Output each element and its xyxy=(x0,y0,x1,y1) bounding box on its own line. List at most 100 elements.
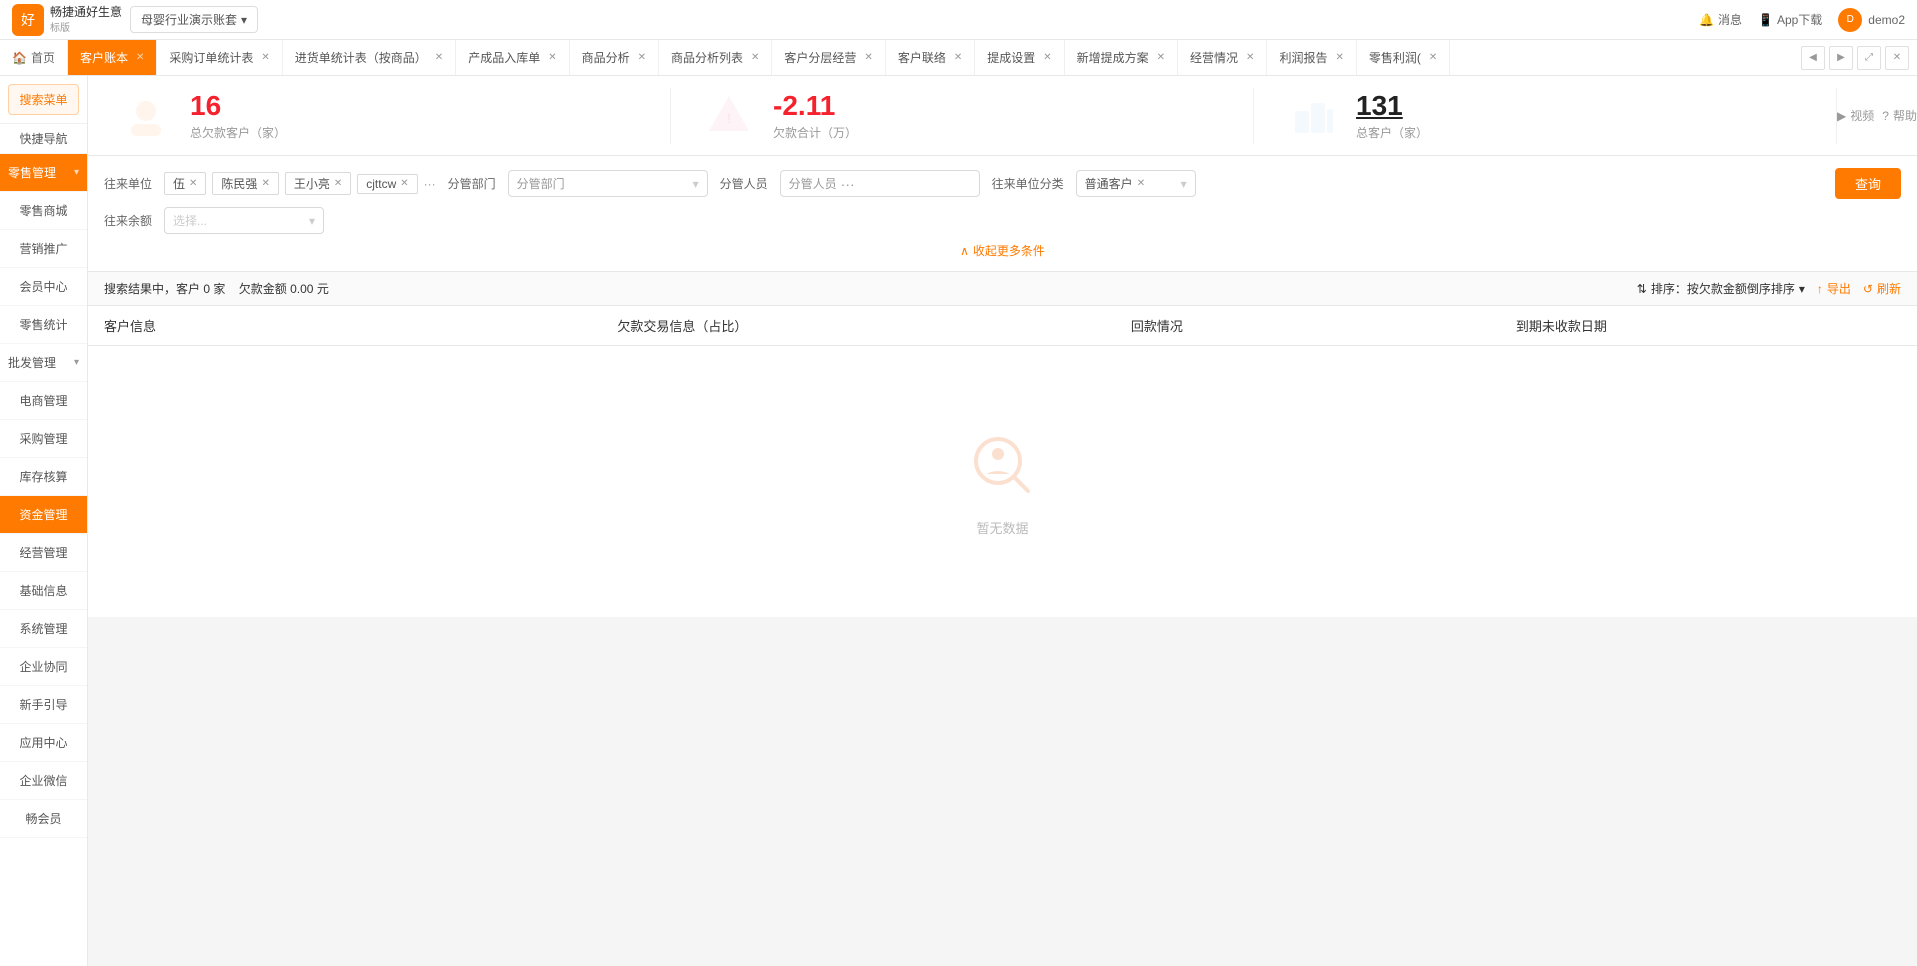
sidebar-item-member-center[interactable]: 会员中心 xyxy=(0,268,87,306)
tab-promotion-settings[interactable]: 提成设置 ✕ xyxy=(975,40,1064,76)
person-select[interactable]: 分管人员 ··· xyxy=(780,170,980,197)
sidebar-item-sys-mgmt[interactable]: 系统管理 xyxy=(0,610,87,648)
unit-type-tag-remove[interactable]: ✕ xyxy=(1137,178,1145,189)
help-btn[interactable]: ? 帮助 xyxy=(1882,107,1917,124)
filter-tag-wang[interactable]: 王小亮 ✕ xyxy=(285,172,351,195)
stat-debtors-icon xyxy=(118,88,174,144)
refresh-icon: ↺ xyxy=(1863,282,1873,296)
tab-production-close[interactable]: ✕ xyxy=(548,52,556,63)
sidebar-item-retail-mall[interactable]: 零售商城 xyxy=(0,192,87,230)
unit-type-label: 往来单位分类 xyxy=(992,175,1064,192)
tab-new-promo-close[interactable]: ✕ xyxy=(1157,52,1165,63)
tab-customer-ops-label: 客户分层经营 xyxy=(784,49,856,66)
table-empty: 暂无数据 xyxy=(88,346,1917,617)
more-tags-btn[interactable]: ··· xyxy=(424,177,436,191)
tab-promotion-settings-label: 提成设置 xyxy=(987,49,1035,66)
export-btn[interactable]: ↑ 导出 xyxy=(1817,280,1851,297)
sidebar-item-new-guide[interactable]: 新手引导 xyxy=(0,686,87,724)
filter-tag-wang-remove[interactable]: ✕ xyxy=(334,178,342,189)
tab-retail-profit[interactable]: 零售利润( ✕ xyxy=(1357,40,1450,76)
collapse-btn[interactable]: ∧ 收起更多条件 xyxy=(104,242,1901,259)
tab-biz-status[interactable]: 经营情况 ✕ xyxy=(1178,40,1267,76)
tab-profit-report-close[interactable]: ✕ xyxy=(1335,52,1343,63)
sidebar-enterprise-coop-label: 企业协同 xyxy=(19,658,67,675)
filter-tag-cjttcw-remove[interactable]: ✕ xyxy=(400,178,408,189)
tab-biz-status-close[interactable]: ✕ xyxy=(1246,52,1254,63)
tab-customer-ops-close[interactable]: ✕ xyxy=(864,52,872,63)
sidebar-item-retail-stats[interactable]: 零售统计 xyxy=(0,306,87,344)
sidebar-item-enterprise-coop[interactable]: 企业协同 xyxy=(0,648,87,686)
tab-accounts-close[interactable]: ✕ xyxy=(136,52,144,63)
table-container: 客户信息 欠款交易信息（占比） 回款情况 到期未收款日期 暂无数据 xyxy=(88,306,1917,617)
sort-btn[interactable]: ⇅ 排序：按欠款金额倒序排序 ▾ xyxy=(1637,280,1805,297)
dept-select[interactable]: 分管部门 ▾ xyxy=(508,170,708,197)
tab-purchase-order-label: 采购订单统计表 xyxy=(169,49,253,66)
sidebar-item-wholesale-mgmt[interactable]: 批发管理 ▾ xyxy=(0,344,87,382)
refresh-btn[interactable]: ↺ 刷新 xyxy=(1863,280,1901,297)
sidebar-quick-nav[interactable]: 快捷导航 xyxy=(0,124,87,154)
sidebar-item-member[interactable]: 畅会员 xyxy=(0,800,87,838)
sidebar-item-basic-info[interactable]: 基础信息 xyxy=(0,572,87,610)
sidebar-item-inventory-check[interactable]: 库存核算 xyxy=(0,458,87,496)
nav-next-btn[interactable]: ▶ xyxy=(1829,46,1853,70)
tab-product-list-close[interactable]: ✕ xyxy=(751,52,759,63)
tab-accounts[interactable]: 客户账本 ✕ xyxy=(68,40,157,76)
tab-product-analysis[interactable]: 商品分析 ✕ xyxy=(570,40,659,76)
filter-tag-chen-label: 陈民强 xyxy=(221,175,257,192)
filter-tag-wu-remove[interactable]: ✕ xyxy=(189,178,197,189)
nav-expand-btn[interactable]: ⤢ xyxy=(1857,46,1881,70)
tab-inbound-stats[interactable]: 进货单统计表（按商品） ✕ xyxy=(283,40,456,76)
tab-inbound-stats-close[interactable]: ✕ xyxy=(435,52,443,63)
filter-tag-wu[interactable]: 伍 ✕ xyxy=(164,172,206,195)
nav-close-btn[interactable]: ✕ xyxy=(1885,46,1909,70)
person-filter-label: 分管人员 xyxy=(720,175,768,192)
tab-product-analysis-close[interactable]: ✕ xyxy=(638,52,646,63)
col-repayment: 回款情况 xyxy=(1131,316,1516,335)
tab-purchase-order[interactable]: 采购订单统计表 ✕ xyxy=(157,40,282,76)
tab-new-promo[interactable]: 新增提成方案 ✕ xyxy=(1065,40,1178,76)
tab-retail-profit-label: 零售利润( xyxy=(1369,49,1421,66)
tab-production[interactable]: 产成品入库单 ✕ xyxy=(456,40,569,76)
tab-customer-contact-close[interactable]: ✕ xyxy=(954,52,962,63)
sidebar-item-enterprise-wechat[interactable]: 企业微信 xyxy=(0,762,87,800)
tab-customer-contact[interactable]: 客户联络 ✕ xyxy=(886,40,975,76)
tab-promotion-settings-close[interactable]: ✕ xyxy=(1043,52,1051,63)
sidebar-inventory-check-label: 库存核算 xyxy=(19,468,67,485)
stat-debt-label: 欠款合计（万） xyxy=(773,124,857,141)
unit-type-tag[interactable]: 普通客户 ✕ xyxy=(1085,175,1145,192)
account-selector[interactable]: 母婴行业演示账套 ▾ xyxy=(130,6,258,33)
sidebar-item-marketing[interactable]: 营销推广 xyxy=(0,230,87,268)
tab-purchase-order-close[interactable]: ✕ xyxy=(261,52,269,63)
sidebar-item-capital-mgmt[interactable]: 资金管理 xyxy=(0,496,87,534)
filter-tag-cjttcw-label: cjttcw xyxy=(366,177,396,191)
stat-customers-icon xyxy=(1284,88,1340,144)
nav-prev-btn[interactable]: ◀ xyxy=(1801,46,1825,70)
filter-tag-cjttcw[interactable]: cjttcw ✕ xyxy=(357,174,417,194)
sidebar-search-btn[interactable]: 搜索菜单 xyxy=(8,84,79,115)
sidebar-item-retail-mgmt[interactable]: 零售管理 ▾ xyxy=(0,154,87,192)
video-btn[interactable]: ▶ 视频 xyxy=(1837,107,1874,124)
app-download-btn[interactable]: 📱 App下载 xyxy=(1758,11,1822,28)
tab-retail-profit-close[interactable]: ✕ xyxy=(1429,52,1437,63)
unit-type-tag-label: 普通客户 xyxy=(1085,175,1133,192)
tab-home[interactable]: 🏠 首页 xyxy=(0,40,68,76)
tab-profit-report[interactable]: 利润报告 ✕ xyxy=(1267,40,1356,76)
balance-select[interactable]: 选择... ▾ xyxy=(164,207,324,234)
stat-total-debtors: 16 总欠款客户（家） xyxy=(88,88,671,144)
unit-type-select[interactable]: 普通客户 ✕ ▾ xyxy=(1076,170,1196,197)
balance-filter-label: 往来余额 xyxy=(104,212,152,229)
collapse-icon: ∧ xyxy=(960,244,969,258)
sidebar-item-ecommerce-mgmt[interactable]: 电商管理 xyxy=(0,382,87,420)
sidebar-item-app-center[interactable]: 应用中心 xyxy=(0,724,87,762)
sidebar-item-ops-mgmt[interactable]: 经营管理 xyxy=(0,534,87,572)
filter-tag-chen-remove[interactable]: ✕ xyxy=(261,178,269,189)
message-label: 消息 xyxy=(1718,11,1742,28)
filter-tag-chen[interactable]: 陈民强 ✕ xyxy=(212,172,278,195)
query-button[interactable]: 查询 xyxy=(1835,168,1901,199)
tab-product-list[interactable]: 商品分析列表 ✕ xyxy=(659,40,772,76)
user-area[interactable]: D demo2 xyxy=(1838,8,1905,32)
sidebar-ecommerce-mgmt-label: 电商管理 xyxy=(19,392,67,409)
sidebar-item-purchase-mgmt[interactable]: 采购管理 xyxy=(0,420,87,458)
message-btn[interactable]: 🔔 消息 xyxy=(1699,11,1742,28)
tab-customer-ops[interactable]: 客户分层经营 ✕ xyxy=(772,40,885,76)
